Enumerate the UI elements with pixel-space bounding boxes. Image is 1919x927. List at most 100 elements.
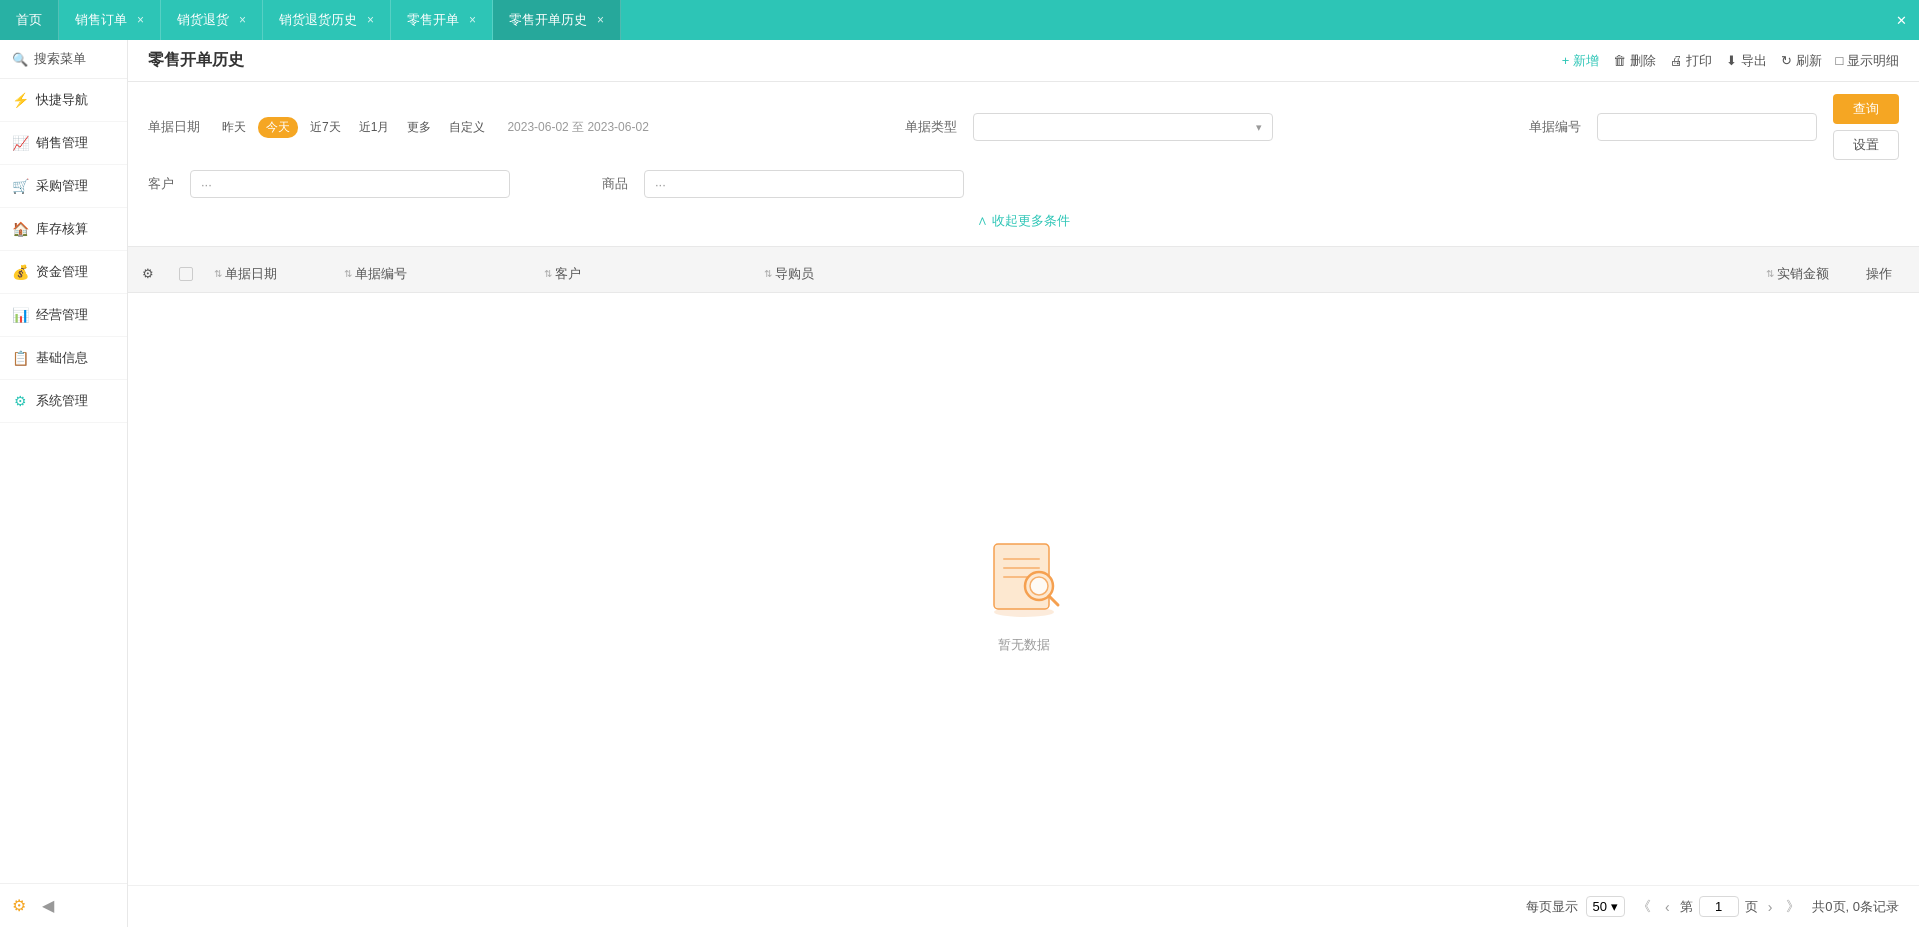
sidebar-bottom: ⚙ ◀ bbox=[0, 883, 127, 927]
total-info: 共0页, 0条记录 bbox=[1812, 898, 1899, 916]
type-select[interactable]: ▾ bbox=[973, 113, 1273, 141]
filter-row-2: 客户 ··· 商品 ··· bbox=[148, 170, 1899, 198]
tab-sales-return-history[interactable]: 销货退货历史 × bbox=[263, 0, 391, 40]
date-range: 2023-06-02 至 2023-06-02 bbox=[507, 119, 648, 136]
tab-home[interactable]: 首页 bbox=[0, 0, 59, 40]
pagination: 每页显示 50 ▾ 《 ‹ 第 页 › 》 共0页, 0条记录 bbox=[128, 885, 1919, 927]
query-button[interactable]: 查询 bbox=[1833, 94, 1899, 124]
date-1month[interactable]: 近1月 bbox=[353, 117, 396, 138]
tab-sales-return[interactable]: 销货退货 × bbox=[161, 0, 263, 40]
sort-icon[interactable]: ⇅ bbox=[1766, 268, 1774, 279]
add-button[interactable]: + 新增 bbox=[1562, 52, 1599, 70]
svg-point-7 bbox=[1030, 577, 1048, 595]
window-close-button[interactable]: ✕ bbox=[1896, 13, 1907, 28]
quick-nav-icon: ⚡ bbox=[12, 92, 28, 108]
close-icon[interactable]: × bbox=[137, 13, 144, 27]
close-icon[interactable]: × bbox=[367, 13, 374, 27]
col-settings-icon[interactable]: ⚙ bbox=[128, 266, 168, 281]
sidebar-item-quick-nav[interactable]: ⚡ 快捷导航 bbox=[0, 79, 127, 122]
first-page-button[interactable]: 《 bbox=[1633, 898, 1655, 916]
collapse-label: ∧ 收起更多条件 bbox=[977, 212, 1070, 230]
system-icon: ⚙ bbox=[12, 393, 28, 409]
close-icon[interactable]: × bbox=[597, 13, 604, 27]
prev-page-button[interactable]: ‹ bbox=[1661, 899, 1674, 915]
export-button[interactable]: ⬇ 导出 bbox=[1726, 52, 1767, 70]
col-date: ⇅ 单据日期 bbox=[204, 265, 334, 283]
num-label: 单据编号 bbox=[1529, 118, 1581, 136]
top-bar: 首页 销售订单 × 销货退货 × 销货退货历史 × 零售开单 × 零售开单历史 … bbox=[0, 0, 1919, 40]
search-menu[interactable]: 🔍 搜索菜单 bbox=[0, 40, 127, 79]
date-label: 单据日期 bbox=[148, 118, 200, 136]
content-area: 零售开单历史 + 新增 🗑 删除 🖨 打印 ⬇ 导出 ↻ 刷新 □ 显示明细 单… bbox=[128, 40, 1919, 927]
sort-icon[interactable]: ⇅ bbox=[544, 268, 552, 279]
refresh-button[interactable]: ↻ 刷新 bbox=[1781, 52, 1822, 70]
goods-select[interactable]: ··· bbox=[644, 170, 964, 198]
table-container: ⚙ ⇅ 单据日期 ⇅ 单据编号 ⇅ 客户 ⇅ 导购员 bbox=[128, 255, 1919, 927]
sales-icon: 📈 bbox=[12, 135, 28, 151]
page-word: 第 bbox=[1680, 898, 1693, 916]
empty-text: 暂无数据 bbox=[998, 636, 1050, 654]
collapse-more[interactable]: ∧ 收起更多条件 bbox=[148, 208, 1899, 234]
display-detail-button[interactable]: □ 显示明细 bbox=[1836, 52, 1899, 70]
next-page-button[interactable]: › bbox=[1764, 899, 1777, 915]
sort-icon[interactable]: ⇅ bbox=[344, 268, 352, 279]
empty-state: 暂无数据 bbox=[128, 293, 1919, 885]
goods-ellipsis: ··· bbox=[655, 177, 666, 192]
goods-label: 商品 bbox=[602, 175, 628, 193]
operations-icon: 📊 bbox=[12, 307, 28, 323]
per-page-select[interactable]: 50 ▾ bbox=[1586, 896, 1625, 917]
sidebar-item-operations[interactable]: 📊 经营管理 bbox=[0, 294, 127, 337]
num-input[interactable] bbox=[1597, 113, 1817, 141]
per-page-label: 每页显示 bbox=[1526, 898, 1578, 916]
search-icon: 🔍 bbox=[12, 52, 28, 67]
col-checkbox[interactable] bbox=[168, 267, 204, 281]
close-icon[interactable]: × bbox=[469, 13, 476, 27]
sidebar-collapse-icon[interactable]: ◀ bbox=[42, 896, 54, 915]
delete-button[interactable]: 🗑 删除 bbox=[1613, 52, 1656, 70]
main-layout: 🔍 搜索菜单 ⚡ 快捷导航 📈 销售管理 🛒 采购管理 🏠 库存核算 💰 资金管… bbox=[0, 40, 1919, 927]
last-page-button[interactable]: 》 bbox=[1782, 898, 1804, 916]
settings-gear-icon[interactable]: ⚙ bbox=[12, 896, 26, 915]
empty-illustration bbox=[974, 524, 1074, 624]
header-checkbox[interactable] bbox=[179, 267, 193, 281]
date-yesterday[interactable]: 昨天 bbox=[216, 117, 252, 138]
print-button[interactable]: 🖨 打印 bbox=[1670, 52, 1713, 70]
col-guide: ⇅ 导购员 bbox=[754, 265, 1719, 283]
page-input[interactable] bbox=[1699, 896, 1739, 917]
sidebar-item-system[interactable]: ⚙ 系统管理 bbox=[0, 380, 127, 423]
date-today[interactable]: 今天 bbox=[258, 117, 298, 138]
filter-row-1: 单据日期 昨天 今天 近7天 近1月 更多 自定义 2023-06-02 至 2… bbox=[148, 94, 1899, 160]
sidebar-item-basic-info[interactable]: 📋 基础信息 bbox=[0, 337, 127, 380]
tab-sales-order[interactable]: 销售订单 × bbox=[59, 0, 161, 40]
sort-icon[interactable]: ⇅ bbox=[764, 268, 772, 279]
top-bar-right: ✕ bbox=[1884, 13, 1919, 28]
tab-retail-order[interactable]: 零售开单 × bbox=[391, 0, 493, 40]
chevron-down-icon: ▾ bbox=[1611, 899, 1618, 914]
date-7days[interactable]: 近7天 bbox=[304, 117, 347, 138]
sidebar-item-purchase[interactable]: 🛒 采购管理 bbox=[0, 165, 127, 208]
inventory-icon: 🏠 bbox=[12, 221, 28, 237]
purchase-icon: 🛒 bbox=[12, 178, 28, 194]
page-header: 零售开单历史 + 新增 🗑 删除 🖨 打印 ⬇ 导出 ↻ 刷新 □ 显示明细 bbox=[128, 40, 1919, 82]
customer-select[interactable]: ··· bbox=[190, 170, 510, 198]
sort-icon[interactable]: ⇅ bbox=[214, 268, 222, 279]
col-num: ⇅ 单据编号 bbox=[334, 265, 534, 283]
query-settings: 查询 设置 bbox=[1833, 94, 1899, 160]
date-more[interactable]: 更多 bbox=[401, 117, 437, 138]
table-header: ⚙ ⇅ 单据日期 ⇅ 单据编号 ⇅ 客户 ⇅ 导购员 bbox=[128, 255, 1919, 293]
close-icon[interactable]: × bbox=[239, 13, 246, 27]
settings-button[interactable]: 设置 bbox=[1833, 130, 1899, 160]
sidebar-item-finance[interactable]: 💰 资金管理 bbox=[0, 251, 127, 294]
sidebar-item-inventory[interactable]: 🏠 库存核算 bbox=[0, 208, 127, 251]
col-amount: ⇅ 实销金额 bbox=[1719, 265, 1839, 283]
page-nav: 《 ‹ 第 页 › 》 bbox=[1633, 896, 1804, 917]
tab-retail-history[interactable]: 零售开单历史 × bbox=[493, 0, 621, 40]
date-options: 昨天 今天 近7天 近1月 更多 自定义 bbox=[216, 117, 491, 138]
type-label: 单据类型 bbox=[905, 118, 957, 136]
customer-ellipsis: ··· bbox=[201, 177, 212, 192]
basic-info-icon: 📋 bbox=[12, 350, 28, 366]
sidebar-item-sales[interactable]: 📈 销售管理 bbox=[0, 122, 127, 165]
chevron-down-icon: ▾ bbox=[1256, 121, 1262, 134]
finance-icon: 💰 bbox=[12, 264, 28, 280]
date-custom[interactable]: 自定义 bbox=[443, 117, 491, 138]
